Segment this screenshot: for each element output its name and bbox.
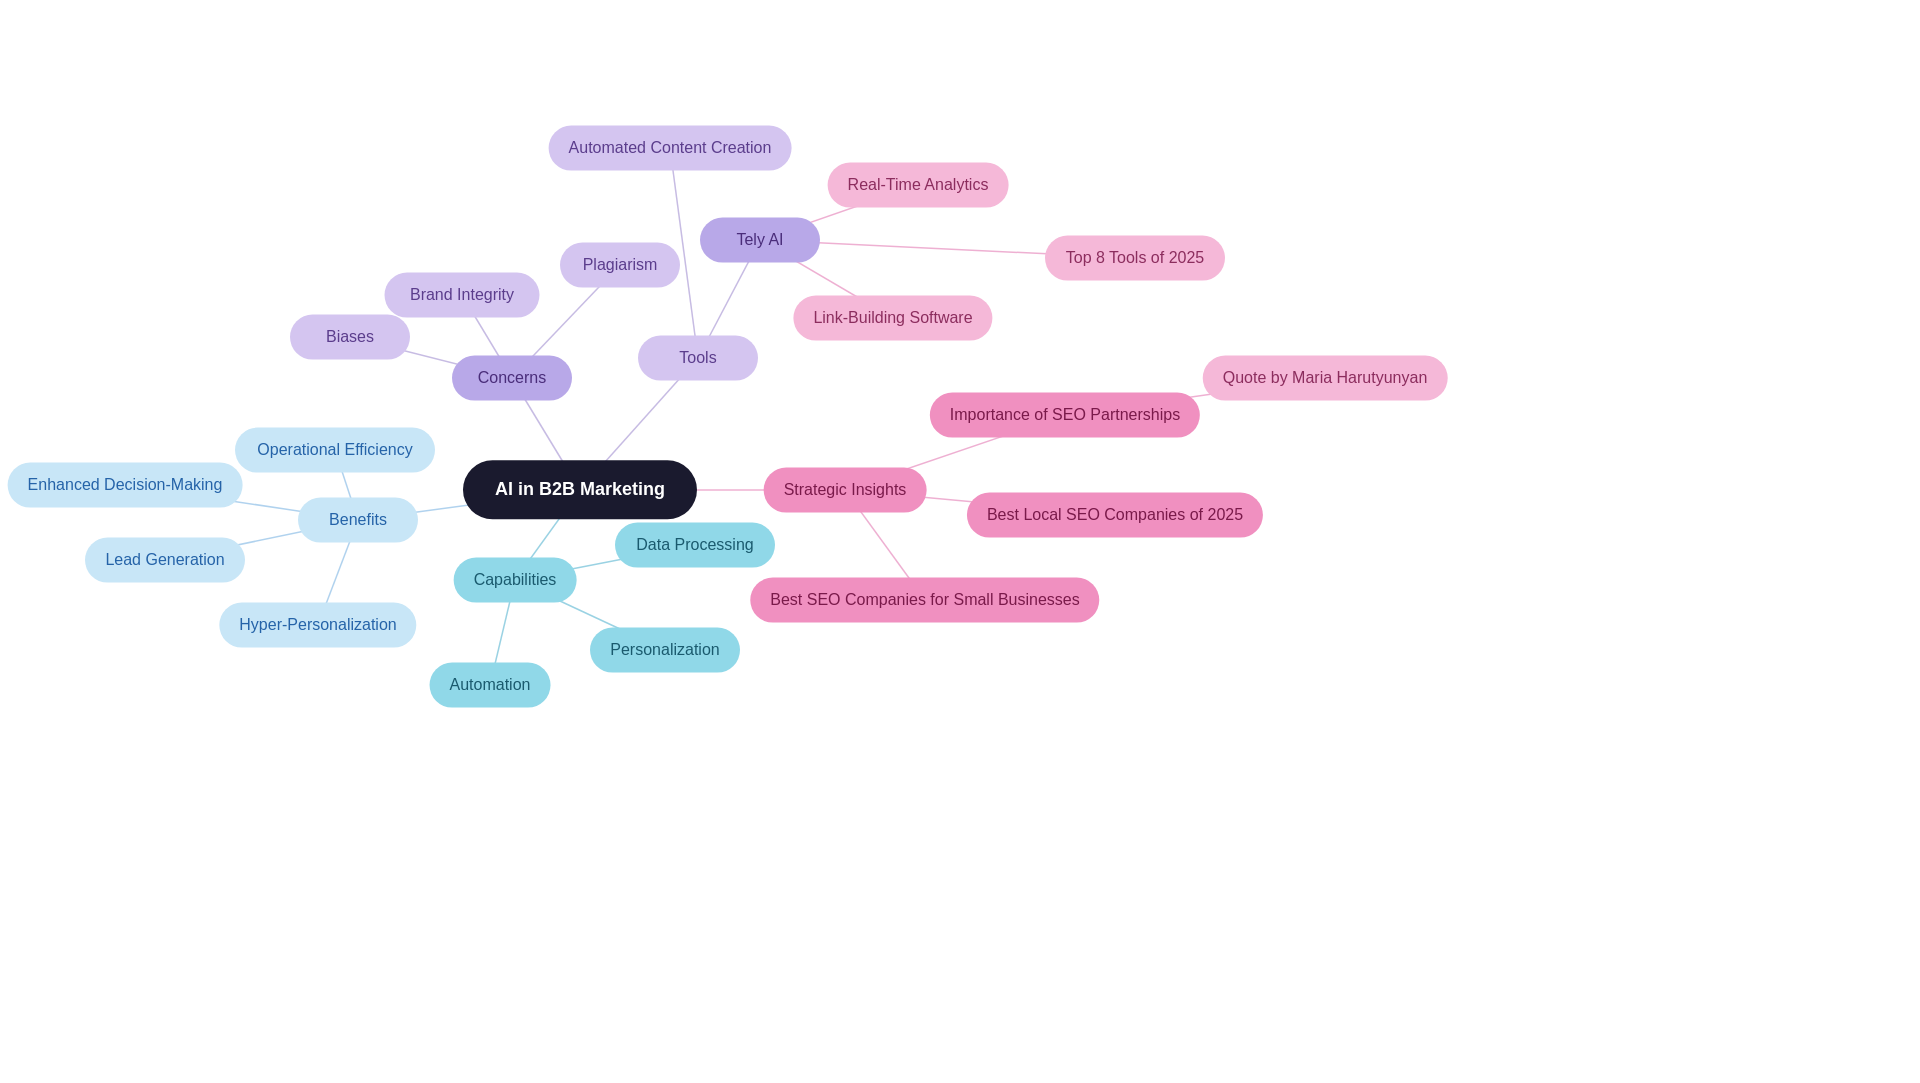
- lead-generation-node[interactable]: Lead Generation: [85, 538, 245, 583]
- biases-node[interactable]: Biases: [290, 315, 410, 360]
- tools-sub-node[interactable]: Tools: [638, 336, 758, 381]
- automated-content-node[interactable]: Automated Content Creation: [549, 126, 792, 171]
- enhanced-decision-node[interactable]: Enhanced Decision-Making: [8, 463, 243, 508]
- real-time-analytics-node[interactable]: Real-Time Analytics: [828, 163, 1009, 208]
- brand-integrity-node[interactable]: Brand Integrity: [385, 273, 540, 318]
- concerns-node[interactable]: Concerns: [452, 356, 572, 401]
- link-building-node[interactable]: Link-Building Software: [793, 296, 992, 341]
- operational-efficiency-node[interactable]: Operational Efficiency: [235, 428, 435, 473]
- top8-tools-node[interactable]: Top 8 Tools of 2025: [1045, 236, 1225, 281]
- best-local-seo-node[interactable]: Best Local SEO Companies of 2025: [967, 493, 1263, 538]
- plagiarism-node[interactable]: Plagiarism: [560, 243, 680, 288]
- data-processing-node[interactable]: Data Processing: [615, 523, 775, 568]
- mind-map: AI in B2B Marketing Automated Content Cre…: [0, 0, 1920, 1083]
- center-node[interactable]: AI in B2B Marketing: [463, 460, 697, 519]
- benefits-node[interactable]: Benefits: [298, 498, 418, 543]
- importance-seo-node[interactable]: Importance of SEO Partnerships: [930, 393, 1200, 438]
- hyper-personalization-node[interactable]: Hyper-Personalization: [219, 603, 416, 648]
- strategic-insights-node[interactable]: Strategic Insights: [764, 468, 927, 513]
- quote-maria-node[interactable]: Quote by Maria Harutyunyan: [1203, 356, 1448, 401]
- capabilities-node[interactable]: Capabilities: [454, 558, 577, 603]
- personalization-node[interactable]: Personalization: [590, 628, 740, 673]
- automation-node[interactable]: Automation: [430, 663, 551, 708]
- best-seo-small-node[interactable]: Best SEO Companies for Small Businesses: [750, 578, 1099, 623]
- tely-ai-node[interactable]: Tely AI: [700, 218, 820, 263]
